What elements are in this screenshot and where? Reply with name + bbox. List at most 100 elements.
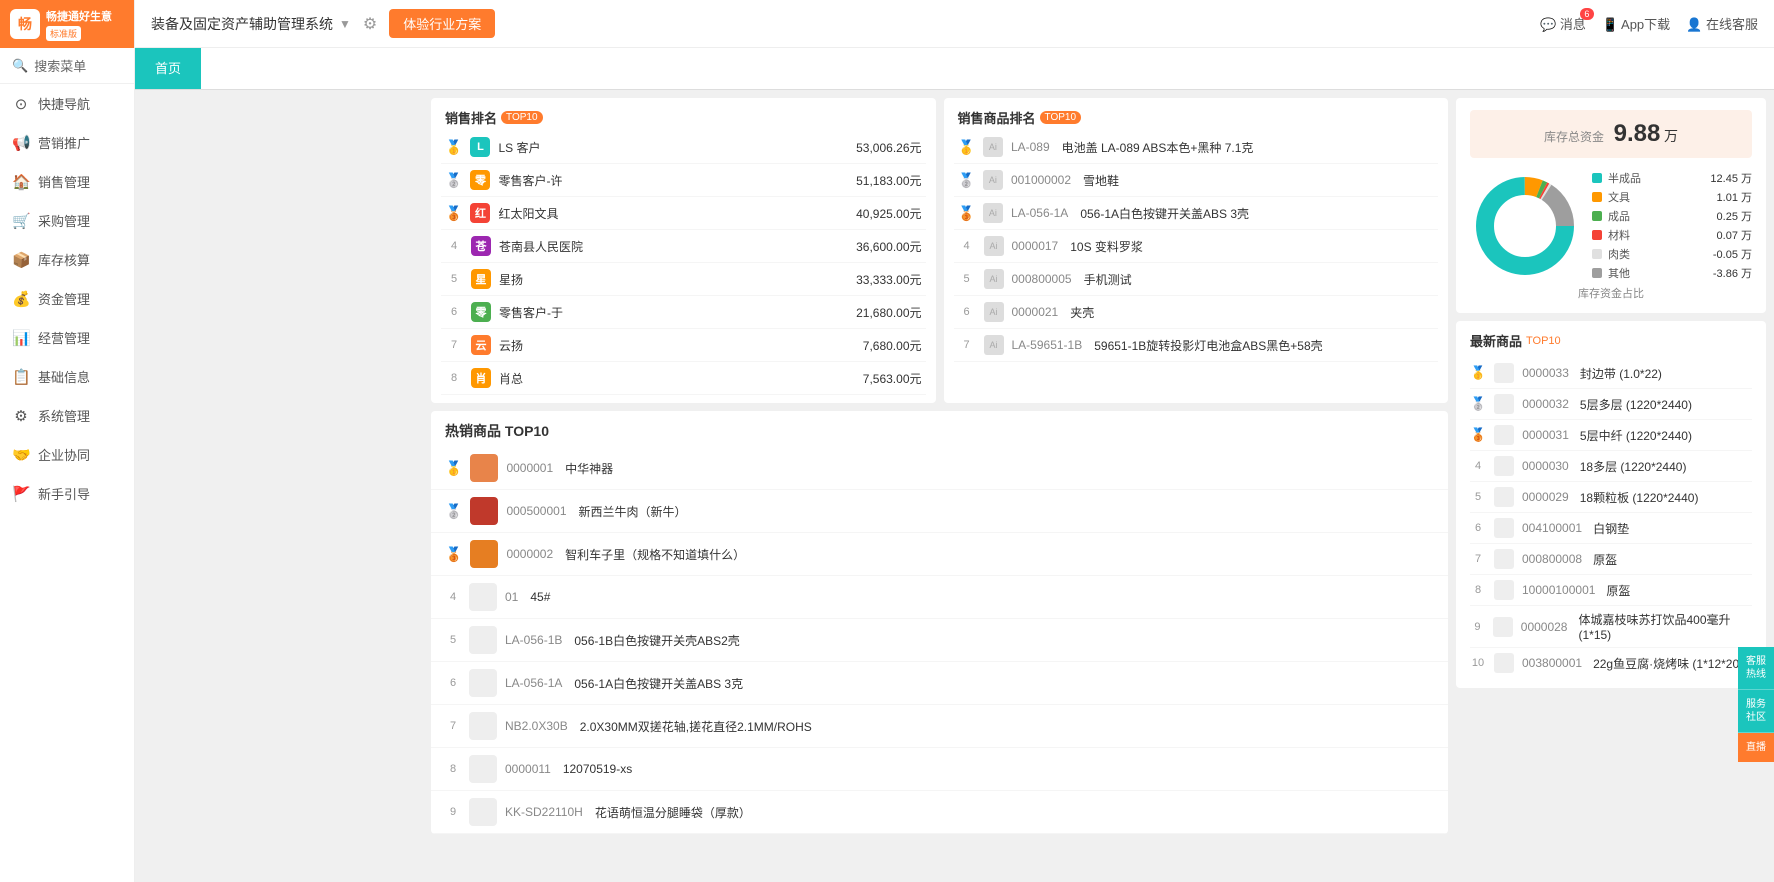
home-icon: ⊙ [12, 95, 30, 113]
rank-number: 10 [1470, 657, 1486, 669]
livestream-button[interactable]: 直播 [1738, 733, 1774, 762]
product-name: 手机测试 [1084, 271, 1434, 288]
product-name: 花语萌恒温分腿睡袋（厚款） [595, 804, 751, 821]
product-thumbnail [469, 712, 497, 740]
trial-button[interactable]: 体验行业方案 [389, 9, 495, 38]
search-icon: 🔍 [12, 58, 28, 74]
chat-buttons: 客服 热线 服务 社区 直播 [1738, 647, 1774, 762]
newest-products-list: 🥇 0000033 封边带 (1.0*22) 🥈 0000032 5层多层 (1… [1470, 358, 1752, 678]
product-img: Ai [983, 203, 1003, 223]
sidebar-item-enterprise[interactable]: 🤝 企业协同 [0, 435, 134, 474]
newest-product-item: 7 000800008 原盔 [1470, 544, 1752, 575]
customer-name: 星扬 [499, 271, 848, 288]
legend-color-3 [1592, 230, 1602, 240]
sidebar-item-basic-info[interactable]: 📋 基础信息 [0, 357, 134, 396]
rank-number: 9 [1470, 621, 1485, 633]
hot-product-item: 🥉 0000002 智利车子里（规格不知道填什么） [431, 533, 1448, 576]
product-rank-item: 6 Ai 0000021 夹壳 [954, 296, 1439, 329]
rank-number: 7 [958, 339, 976, 351]
sidebar-item-operations[interactable]: 📊 经营管理 [0, 318, 134, 357]
product-name: 45# [530, 590, 550, 604]
newest-product-img [1494, 363, 1514, 383]
trophy-icon: 🥇 [445, 460, 462, 477]
rank-item: 5 星 星扬 33,333.00元 [441, 263, 926, 296]
sidebar-item-inventory[interactable]: 📦 库存核算 [0, 240, 134, 279]
hot-product-item: 9 KK-SD22110H 花语萌恒温分腿睡袋（厚款） [431, 791, 1448, 834]
customer-service-button[interactable]: 客服 热线 [1738, 647, 1774, 690]
product-code: 0000021 [1012, 305, 1059, 319]
trophy-icon: 🥈 [958, 172, 975, 189]
customer-badge: L [470, 137, 490, 157]
box-icon: 📦 [12, 251, 30, 269]
sales-rank-header: 销售排名 TOP10 [431, 98, 936, 131]
sidebar-item-guide[interactable]: 🚩 新手引导 [0, 474, 134, 513]
sidebar-item-system[interactable]: ⚙ 系统管理 [0, 396, 134, 435]
megaphone-icon: 📢 [12, 134, 30, 152]
rank-number: 8 [445, 372, 463, 384]
sidebar-item-finance[interactable]: 💰 资金管理 [0, 279, 134, 318]
newest-products-header: 最新商品 TOP10 [1470, 331, 1752, 350]
cart-icon: 🛒 [12, 212, 30, 230]
product-thumbnail [470, 454, 498, 482]
product-img: Ai [983, 137, 1003, 157]
finance-icon: 💰 [12, 290, 30, 308]
newest-products-panel: 最新商品 TOP10 🥇 0000033 封边带 (1.0*22) 🥈 0000… [1456, 321, 1766, 688]
product-name: 12070519-xs [563, 762, 632, 776]
message-button[interactable]: 💬 消息 6 [1540, 14, 1586, 33]
newest-product-name: 5层中纤 (1220*2440) [1580, 427, 1692, 444]
sidebar-item-marketing[interactable]: 📢 营销推广 [0, 123, 134, 162]
product-thumbnail [469, 583, 497, 611]
product-thumbnail [469, 798, 497, 826]
app-download-button[interactable]: 📱 App下载 [1602, 14, 1670, 33]
legend-color-5 [1592, 268, 1602, 278]
tab-home[interactable]: 首页 [135, 48, 201, 89]
product-code: LA-59651-1B [1012, 338, 1083, 352]
donut-chart-area: 半成品 12.45 万 文具 1.01 万 成品 0.25 万 [1470, 170, 1752, 281]
product-code: LA-056-1A [505, 676, 562, 690]
product-code: LA-056-1B [505, 633, 562, 647]
hot-product-item: 4 01 45# [431, 576, 1448, 619]
customer-badge: 云 [471, 335, 491, 355]
rank-item: 8 肖 肖总 7,563.00元 [441, 362, 926, 395]
product-code: 01 [505, 590, 518, 604]
product-code: NB2.0X30B [505, 719, 568, 733]
product-rank-item: 🥉 Ai LA-056-1A 056-1A白色按键开关盖ABS 3壳 [954, 197, 1439, 230]
product-rank-list: 🥇 Ai LA-089 电池盖 LA-089 ABS本色+黑种 7.1克 🥈 A… [944, 131, 1449, 370]
rank-number: 7 [1470, 553, 1486, 565]
newest-product-item: 🥇 0000033 封边带 (1.0*22) [1470, 358, 1752, 389]
product-thumbnail [469, 755, 497, 783]
customer-name: 零售客户-许 [498, 172, 848, 189]
online-service-button[interactable]: 👤 在线客服 [1686, 14, 1758, 33]
sidebar-logo: 畅 畅捷通好生意 标准版 [0, 0, 134, 48]
product-name: 新西兰牛肉（新牛） [579, 503, 687, 520]
product-name: 10S 变料罗浆 [1070, 238, 1434, 255]
rank-number: 8 [445, 763, 461, 775]
customer-badge: 星 [471, 269, 491, 289]
newest-product-name: 22g鱼豆腐·烧烤味 (1*12*20) [1593, 655, 1743, 672]
service-community-button[interactable]: 服务 社区 [1738, 690, 1774, 733]
customer-amount: 21,680.00元 [856, 304, 921, 321]
settings-icon[interactable]: ⚙ [363, 14, 377, 34]
rank-number: 4 [445, 240, 463, 252]
product-thumbnail [469, 669, 497, 697]
sidebar-item-quick-nav[interactable]: ⊙ 快捷导航 [0, 84, 134, 123]
rank-number: 6 [445, 306, 463, 318]
sidebar-item-sales[interactable]: 🏠 销售管理 [0, 162, 134, 201]
product-name: 电池盖 LA-089 ABS本色+黑种 7.1克 [1062, 139, 1434, 156]
product-img: Ai [984, 269, 1004, 289]
product-name: 夹壳 [1070, 304, 1434, 321]
product-thumbnail [470, 540, 498, 568]
rank-item: 4 苍 苍南县人民医院 36,600.00元 [441, 230, 926, 263]
product-rank-item: 4 Ai 0000017 10S 变料罗浆 [954, 230, 1439, 263]
inventory-legend: 半成品 12.45 万 文具 1.01 万 成品 0.25 万 [1592, 170, 1752, 281]
customer-name: LS 客户 [498, 139, 848, 156]
customer-amount: 7,680.00元 [863, 337, 922, 354]
search-menu[interactable]: 🔍 搜索菜单 [0, 48, 134, 84]
hot-product-item: 7 NB2.0X30B 2.0X30MM双搓花轴,搓花直径2.1MM/ROHS [431, 705, 1448, 748]
newest-product-img [1494, 487, 1514, 507]
chevron-down-icon: ▼ [339, 17, 351, 31]
product-code: 0000017 [1012, 239, 1059, 253]
chart-icon: 📊 [12, 329, 30, 347]
sidebar-item-purchase[interactable]: 🛒 采购管理 [0, 201, 134, 240]
gear-icon: ⚙ [12, 407, 30, 425]
